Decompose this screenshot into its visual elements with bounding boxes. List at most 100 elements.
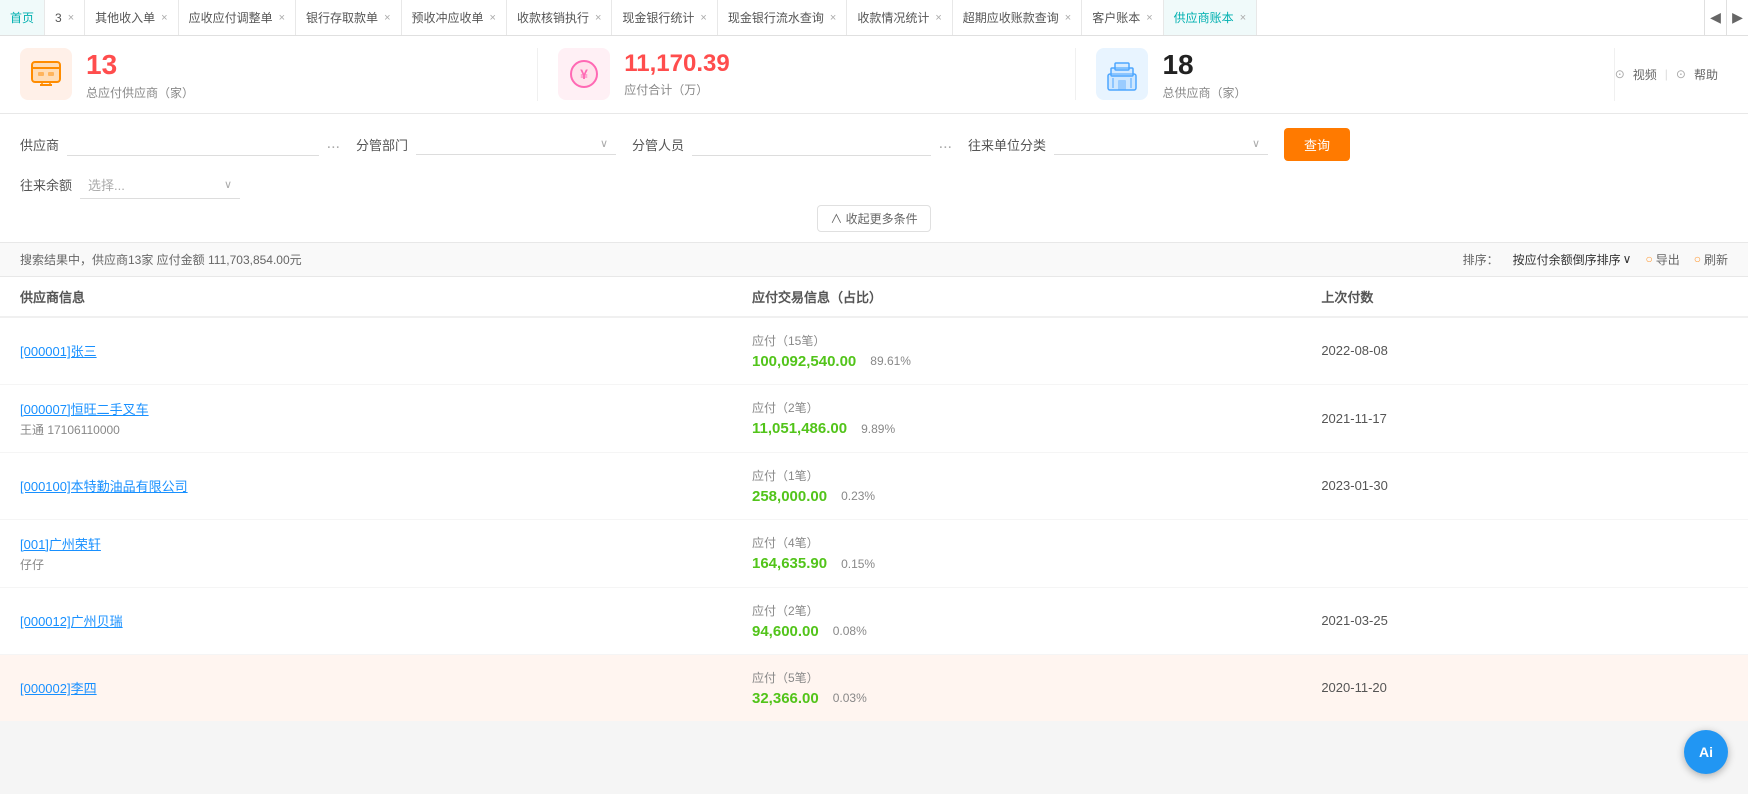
tx-percent: 0.23% [841,489,875,503]
category-label: 往来单位分类 [968,135,1046,154]
nav-tab-home-label: 首页 [10,9,34,26]
dept-select[interactable]: ∨ [416,133,616,155]
balance-select[interactable]: 选择... ∨ [80,171,240,199]
help-link[interactable]: 帮助 [1694,66,1718,83]
tx-cell: 应付（5笔） 32,366.00 0.03% [752,669,1321,707]
close-icon[interactable]: × [700,12,706,24]
nav-tab-bank-deposit-label: 银行存取款单 [306,9,378,26]
supplier-input[interactable] [67,132,319,156]
filter-supplier: 供应商 ... [20,132,340,156]
nav-tab-overdue-ar[interactable]: 超期应收账款查询 × [953,0,1082,35]
close-icon[interactable]: × [279,12,285,24]
tx-amount[interactable]: 32,366.00 [752,690,819,707]
supplier-cell: [000002]李四 [20,678,752,697]
nav-tab-other-income[interactable]: 其他收入单 × [85,0,178,35]
supplier-cell: [000012]广州贝瑞 [20,611,752,630]
nav-tab-supplier-book-label: 供应商账本 [1174,9,1234,26]
supplier-link[interactable]: [001]广州荣轩 [20,534,752,553]
close-icon[interactable]: × [1065,12,1071,24]
nav-tab-receipt-verify[interactable]: 收款核销执行 × [507,0,612,35]
refresh-button[interactable]: ○ 刷新 [1694,251,1728,268]
category-select[interactable]: ∨ [1054,133,1268,155]
nav-tab-home[interactable]: 首页 [0,0,45,35]
nav-tab-supplier-book[interactable]: 供应商账本 × [1164,0,1257,35]
supplier-link[interactable]: [000100]本特勤油品有限公司 [20,476,752,495]
svg-text:¥: ¥ [580,66,588,82]
tx-cell: 应付（2笔） 11,051,486.00 9.89% [752,399,1321,437]
nav-tab-overdue-ar-label: 超期应收账款查询 [963,9,1059,26]
last-pay-cell: 2023-01-30 [1321,478,1728,493]
tx-percent: 9.89% [861,422,895,436]
close-icon[interactable]: × [595,12,601,24]
nav-tab-cash-bank-stat-label: 现金银行统计 [622,9,694,26]
nav-tab-cash-bank-stat[interactable]: 现金银行统计 × [612,0,717,35]
tx-label: 应付（5笔） [752,669,1321,686]
supplier-sub: 王通 17106110000 [20,421,752,438]
nav-tab-bank-deposit[interactable]: 银行存取款单 × [296,0,401,35]
nav-tab-cash-bank-query[interactable]: 现金银行流水查询 × [718,0,847,35]
total-suppliers-number: 18 [1162,48,1593,82]
tx-row: 100,092,540.00 89.61% [752,353,1321,370]
supplier-link[interactable]: [000002]李四 [20,678,752,697]
export-button[interactable]: ○ 导出 [1645,251,1679,268]
filter-category: 往来单位分类 ∨ [968,133,1268,155]
close-icon[interactable]: × [384,12,390,24]
nav-arrow-right[interactable]: ▶ [1726,0,1748,36]
top-right-links: ⊙ 视频 | ⊙ 帮助 [1615,66,1728,83]
nav-tab-3-label: 3 [55,11,62,25]
payable-amount-number: 11,170.39 [624,50,1055,79]
nav-tab-receipt-stat[interactable]: 收款情况统计 × [847,0,952,35]
supplier-link[interactable]: [000001]张三 [20,341,752,360]
tx-amount[interactable]: 164,635.90 [752,555,827,572]
tx-row: 164,635.90 0.15% [752,555,1321,572]
last-pay-cell: 2021-03-25 [1321,613,1728,628]
filter-row-2: 往来余额 选择... ∨ [20,171,1728,199]
payable-amount-icon: ¥ [558,48,610,100]
close-icon[interactable]: × [830,12,836,24]
close-icon[interactable]: × [490,12,496,24]
payable-amount-label: 应付合计（万） [624,81,1055,98]
tx-label: 应付（1笔） [752,467,1321,484]
collapse-button[interactable]: ∧ 收起更多条件 [817,205,930,232]
tx-amount[interactable]: 11,051,486.00 [752,420,847,437]
tx-cell: 应付（15笔） 100,092,540.00 89.61% [752,332,1321,370]
supplier-dots-icon[interactable]: ... [327,135,340,153]
video-link[interactable]: 视频 [1633,66,1657,83]
close-icon[interactable]: × [68,12,74,24]
filter-row-1: 供应商 ... 分管部门 ∨ 分管人员 ... 往来单位分类 ∨ [20,128,1728,161]
person-dots-icon[interactable]: ... [939,135,952,153]
supplier-cell: [001]广州荣轩 仔仔 [20,534,752,573]
payable-suppliers-label: 总应付供应商（家） [86,84,517,101]
refresh-icon: ○ [1694,252,1701,266]
sort-select[interactable]: 按应付余额倒序排序 ∨ [1513,251,1632,268]
query-button[interactable]: 查询 [1284,128,1350,161]
tx-amount[interactable]: 94,600.00 [752,623,819,640]
tx-amount[interactable]: 258,000.00 [752,488,827,505]
tx-percent: 0.15% [841,557,875,571]
tx-row: 11,051,486.00 9.89% [752,420,1321,437]
nav-tab-ar-ap-adjust[interactable]: 应收应付调整单 × [179,0,296,35]
tx-cell: 应付（1笔） 258,000.00 0.23% [752,467,1321,505]
tx-percent: 0.03% [833,691,867,705]
nav-tab-advance-ar-label: 预收冲应收单 [412,9,484,26]
supplier-link[interactable]: [000012]广州贝瑞 [20,611,752,630]
nav-arrows: ◀ ▶ [1704,0,1748,36]
tx-amount[interactable]: 100,092,540.00 [752,353,856,370]
nav-tab-receipt-verify-label: 收款核销执行 [517,9,589,26]
supplier-link[interactable]: [000007]恒旺二手叉车 [20,399,752,418]
nav-tab-cash-bank-query-label: 现金银行流水查询 [728,9,824,26]
nav-tab-advance-ar[interactable]: 预收冲应收单 × [402,0,507,35]
nav-arrow-left[interactable]: ◀ [1704,0,1726,36]
table-row: [001]广州荣轩 仔仔 应付（4笔） 164,635.90 0.15% [0,520,1748,588]
circle-icon: ⊙ [1615,67,1625,81]
ai-badge[interactable]: Ai [1684,730,1728,774]
close-icon[interactable]: × [161,12,167,24]
close-icon[interactable]: × [935,12,941,24]
close-icon[interactable]: × [1240,12,1246,24]
nav-tab-customer-book[interactable]: 客户账本 × [1082,0,1163,35]
filter-balance: 往来余额 选择... ∨ [20,171,280,199]
person-input[interactable] [692,132,931,156]
export-icon: ○ [1645,252,1652,266]
close-icon[interactable]: × [1146,12,1152,24]
nav-tab-3[interactable]: 3 × [45,0,85,35]
